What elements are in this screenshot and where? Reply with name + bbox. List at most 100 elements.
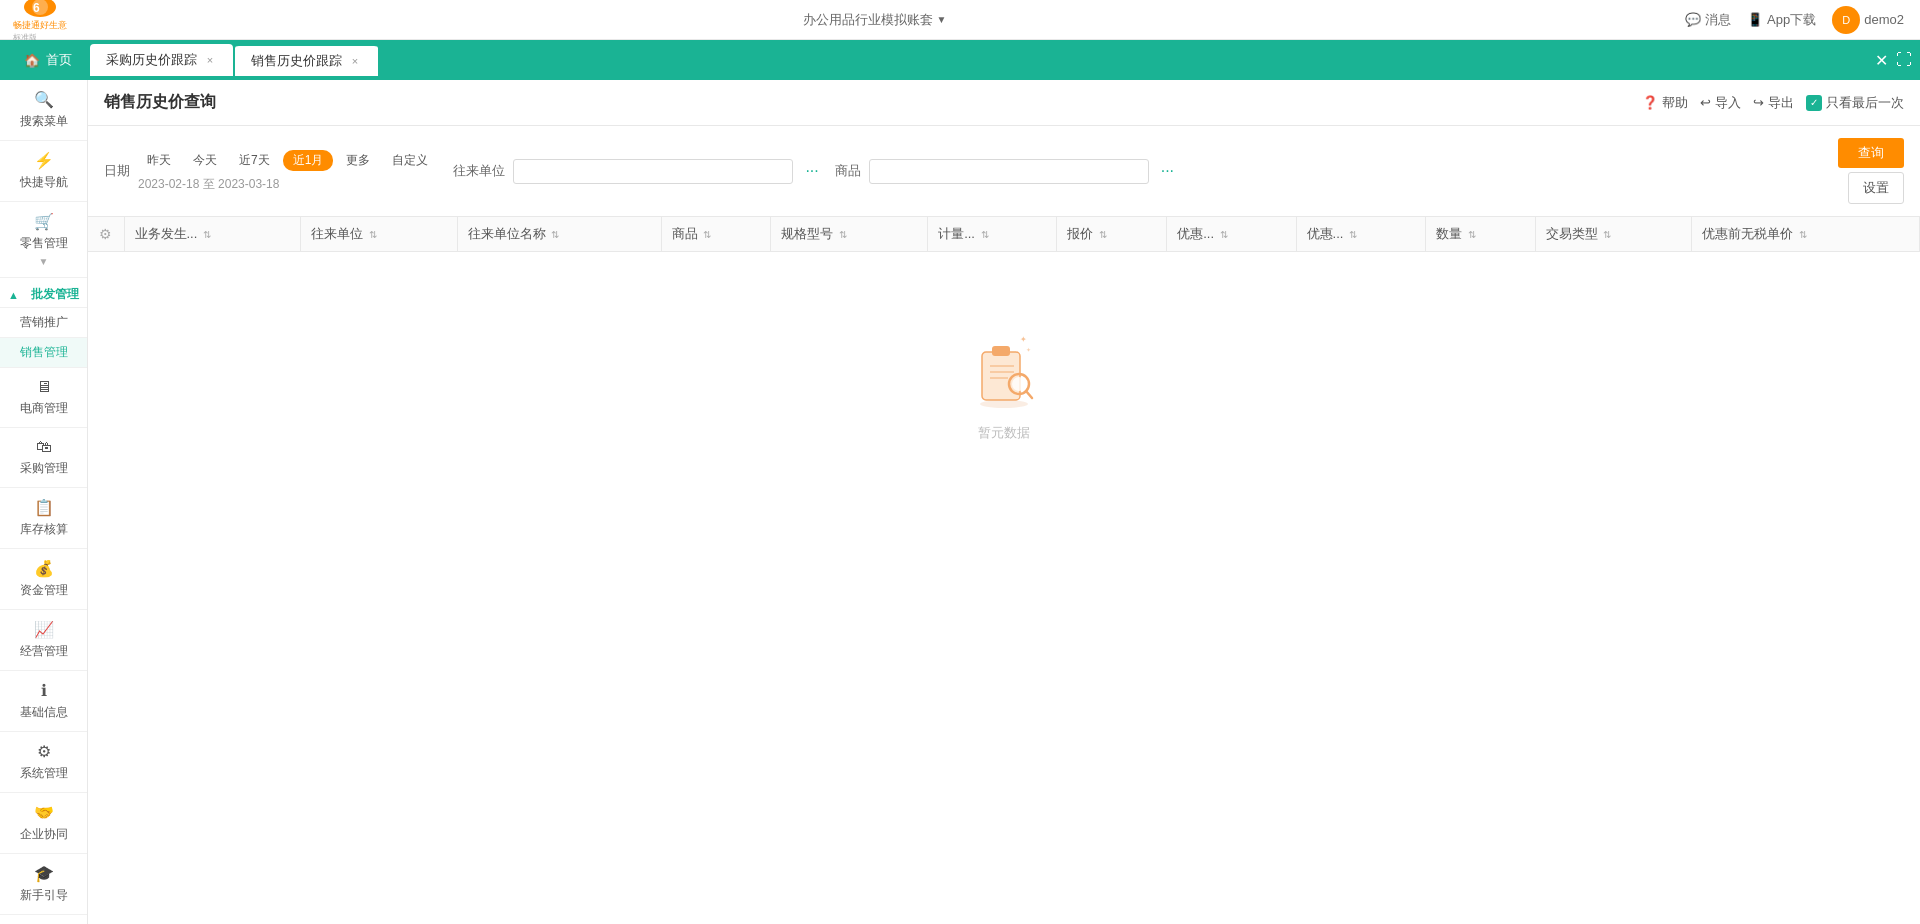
tab-sales-history[interactable]: 销售历史价跟踪 × (235, 44, 378, 76)
workspace-selector[interactable]: 办公用品行业模拟账套 ▼ (803, 11, 947, 29)
home-icon: 🏠 (24, 53, 40, 68)
close-purchase-tab-icon[interactable]: × (203, 53, 217, 67)
goods-label: 商品 (835, 162, 861, 180)
sidebar-item-quick-nav[interactable]: ⚡ 快捷导航 (0, 141, 87, 202)
col-biz-date[interactable]: 业务发生... ⇅ (124, 217, 300, 252)
dropdown-arrow-icon: ▼ (937, 14, 947, 25)
help-btn[interactable]: ❓ 帮助 (1642, 94, 1688, 112)
date-btn-7days[interactable]: 近7天 (230, 149, 279, 172)
tab-home[interactable]: 🏠 首页 (8, 44, 88, 76)
page-header-actions: ❓ 帮助 ↩ 导入 ↪ 导出 ✓ 只看最后一次 (1642, 94, 1904, 124)
col-discount1[interactable]: 优惠... ⇅ (1167, 217, 1296, 252)
date-btn-today[interactable]: 今天 (184, 149, 226, 172)
message-icon: 💬 (1685, 12, 1701, 27)
sidebar-item-purchase[interactable]: 🛍 采购管理 (0, 428, 87, 488)
gear-icon[interactable]: ⚙ (99, 226, 112, 242)
col-unit[interactable]: 计量... ⇅ (928, 217, 1057, 252)
search-button[interactable]: 查询 (1838, 138, 1904, 168)
date-btn-yesterday[interactable]: 昨天 (138, 149, 180, 172)
sidebar-item-sales-mgmt[interactable]: 销售管理 (0, 338, 87, 368)
date-btn-1month[interactable]: 近1月 (283, 150, 334, 171)
info-icon: ℹ (41, 681, 47, 700)
help-icon: ❓ (1642, 95, 1658, 110)
goods-dots[interactable]: ··· (1161, 162, 1174, 180)
empty-illustration: ✦ ✦ (964, 332, 1044, 412)
import-icon: ↩ (1700, 95, 1711, 110)
sidebar-item-wholesale-mgmt[interactable]: ▲ 批发管理 (0, 278, 87, 308)
tab-bar-actions: ✕ ⛶ (1875, 51, 1912, 70)
main-layout: 🔍 搜索菜单 ⚡ 快捷导航 🛒 零售管理 ▼ ▲ 批发管理 营销推广 销售管理 … (0, 80, 1920, 924)
sidebar-item-retail-mgmt[interactable]: 🛒 零售管理 ▼ (0, 202, 87, 278)
message-btn[interactable]: 💬 消息 (1685, 11, 1731, 29)
close-sales-tab-icon[interactable]: × (348, 54, 362, 68)
sidebar-item-enterprise-collab[interactable]: 🤝 企业协同 (0, 793, 87, 854)
export-btn[interactable]: ↪ 导出 (1753, 94, 1794, 112)
chevron-down-icon: ▼ (39, 256, 49, 267)
filter-actions: 查询 设置 (1838, 138, 1904, 204)
top-bar-right: 💬 消息 📱 App下载 D demo2 (1685, 6, 1904, 34)
sidebar-item-system[interactable]: ⚙ 系统管理 (0, 732, 87, 793)
sidebar-item-basic-info[interactable]: ℹ 基础信息 (0, 671, 87, 732)
date-buttons: 昨天 今天 近7天 近1月 更多 自定义 (138, 149, 437, 172)
page-header: 销售历史价查询 ❓ 帮助 ↩ 导入 ↪ 导出 ✓ 只看最后一次 (88, 80, 1920, 126)
col-goods[interactable]: 商品 ⇅ (661, 217, 771, 252)
tab-purchase-history[interactable]: 采购历史价跟踪 × (90, 44, 233, 76)
sidebar-item-search-menu[interactable]: 🔍 搜索菜单 (0, 80, 87, 141)
col-pre-tax-price[interactable]: 优惠前无税单价 ⇅ (1692, 217, 1920, 252)
svg-text:6: 6 (33, 1, 40, 15)
user-profile[interactable]: D demo2 (1832, 6, 1904, 34)
sidebar-item-new-guide[interactable]: 🎓 新手引导 (0, 854, 87, 915)
import-btn[interactable]: ↩ 导入 (1700, 94, 1741, 112)
col-partner-code[interactable]: 往来单位 ⇅ (300, 217, 457, 252)
empty-state: ✦ ✦ 暂元数据 (88, 252, 1920, 522)
settings-button[interactable]: 设置 (1848, 172, 1904, 204)
top-bar-left: 6 畅捷通好生意 标准版 (16, 4, 64, 36)
col-discount2[interactable]: 优惠... ⇅ (1296, 217, 1425, 252)
goods-filter-group: 商品 ··· (835, 159, 1174, 184)
sidebar-item-finance[interactable]: 💰 资金管理 (0, 549, 87, 610)
sort-icon: ⇅ (369, 229, 377, 240)
col-trade-type[interactable]: 交易类型 ⇅ (1535, 217, 1692, 252)
sidebar-item-ecommerce[interactable]: 🖥 电商管理 (0, 368, 87, 428)
maximize-window-btn[interactable]: ⛶ (1896, 51, 1912, 69)
sort-icon: ⇅ (1468, 229, 1476, 240)
sort-icon: ⇅ (703, 229, 711, 240)
col-spec[interactable]: 规格型号 ⇅ (771, 217, 928, 252)
content-area: 销售历史价查询 ❓ 帮助 ↩ 导入 ↪ 导出 ✓ 只看最后一次 (88, 80, 1920, 924)
wholesale-icon: ▲ (8, 289, 19, 301)
guide-icon: 🎓 (34, 864, 54, 883)
close-window-btn[interactable]: ✕ (1875, 51, 1888, 70)
sidebar-item-marketing[interactable]: 营销推广 (0, 308, 87, 338)
only-last-wrapper[interactable]: ✓ 只看最后一次 (1806, 94, 1904, 112)
col-quote[interactable]: 报价 ⇅ (1057, 217, 1167, 252)
only-last-checkbox[interactable]: ✓ (1806, 95, 1822, 111)
svg-text:✦: ✦ (1020, 335, 1027, 344)
svg-line-11 (1026, 391, 1032, 398)
export-icon: ↪ (1753, 95, 1764, 110)
goods-input[interactable] (869, 159, 1149, 184)
sidebar-item-inventory[interactable]: 📋 库存核算 (0, 488, 87, 549)
svg-point-10 (1012, 377, 1026, 391)
partner-label: 往来单位 (453, 162, 505, 180)
col-partner-name[interactable]: 往来单位名称 ⇅ (457, 217, 661, 252)
sort-icon: ⇅ (981, 229, 989, 240)
sidebar-item-app-center[interactable]: 📱 应用中心 (0, 915, 87, 924)
sidebar-item-operations[interactable]: 📈 经营管理 (0, 610, 87, 671)
app-download-btn[interactable]: 📱 App下载 (1747, 11, 1816, 29)
partner-dots[interactable]: ··· (805, 162, 818, 180)
filter-row: 日期 昨天 今天 近7天 近1月 更多 自定义 2023-02-18 至 202… (104, 138, 1904, 204)
date-btn-custom[interactable]: 自定义 (383, 149, 437, 172)
sort-icon: ⇅ (1099, 229, 1107, 240)
date-filter-group: 日期 昨天 今天 近7天 近1月 更多 自定义 2023-02-18 至 202… (104, 149, 437, 193)
sort-icon: ⇅ (839, 229, 847, 240)
col-quantity[interactable]: 数量 ⇅ (1425, 217, 1535, 252)
svg-text:✦: ✦ (1026, 347, 1031, 353)
operations-icon: 📈 (34, 620, 54, 639)
date-btn-more[interactable]: 更多 (337, 149, 379, 172)
svg-rect-5 (992, 346, 1010, 356)
table-header: ⚙ 业务发生... ⇅ 往来单位 ⇅ 往来单位名称 ⇅ (88, 217, 1920, 252)
col-settings[interactable]: ⚙ (88, 217, 124, 252)
partner-input[interactable] (513, 159, 793, 184)
page-title: 销售历史价查询 (104, 92, 216, 125)
sort-icon: ⇅ (551, 229, 559, 240)
